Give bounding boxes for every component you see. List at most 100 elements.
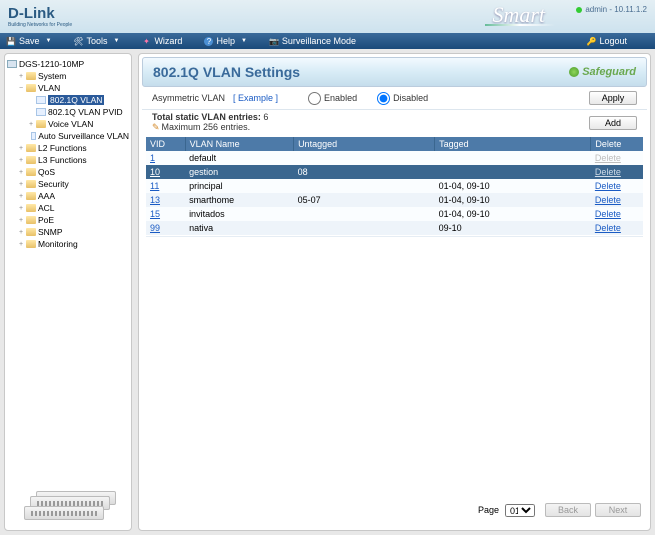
tree-vlan-pvid-label: 802.1Q VLAN PVID [48, 107, 123, 117]
tree-vlan-voice[interactable]: + Voice VLAN [7, 118, 129, 130]
vid-link[interactable]: 10 [150, 167, 160, 177]
table-row[interactable]: 13smarthome05-0701-04, 09-10Delete [146, 193, 643, 207]
radio-enabled[interactable]: Enabled [308, 92, 357, 105]
safeguard-badge: Safeguard [569, 66, 636, 78]
radio-disabled-input[interactable] [377, 92, 390, 105]
menu-save[interactable]: 💾Save▼ [6, 36, 51, 46]
radio-enabled-label: Enabled [324, 93, 357, 103]
menu-logout[interactable]: 🔑Logout [586, 36, 627, 46]
device-image [18, 456, 118, 526]
delete-link[interactable]: Delete [595, 181, 621, 191]
tree-monitoring[interactable]: +Monitoring [7, 238, 129, 250]
expand-icon[interactable]: + [17, 229, 25, 236]
folder-icon [26, 144, 36, 152]
tree-snmp[interactable]: +SNMP [7, 226, 129, 238]
content-panel: 802.1Q VLAN Settings Safeguard Asymmetri… [138, 53, 651, 531]
expand-icon[interactable]: + [17, 205, 25, 212]
expand-icon[interactable]: + [17, 157, 25, 164]
next-button[interactable]: Next [595, 503, 641, 517]
menu-logout-label: Logout [599, 36, 627, 46]
folder-icon [26, 204, 36, 212]
tree-device-label: DGS-1210-10MP [19, 59, 84, 69]
collapse-icon[interactable]: − [17, 85, 25, 92]
total-label: Total static VLAN entries: [152, 112, 261, 122]
vid-link[interactable]: 15 [150, 209, 160, 219]
cell-tagged: 09-10 [435, 221, 591, 235]
back-button[interactable]: Back [545, 503, 591, 517]
tree-acl[interactable]: +ACL [7, 202, 129, 214]
apply-button[interactable]: Apply [589, 91, 637, 105]
cell-tagged: 01-04, 09-10 [435, 179, 591, 193]
tree-vlan[interactable]: −VLAN [7, 82, 129, 94]
vid-link[interactable]: 99 [150, 223, 160, 233]
tree-l2-label: L2 Functions [38, 143, 87, 153]
caret-icon: ▼ [241, 38, 247, 44]
tree-device[interactable]: DGS-1210-10MP [7, 58, 129, 70]
folder-icon [26, 216, 36, 224]
expand-icon[interactable]: + [17, 193, 25, 200]
tree-vlan-voice-label: Voice VLAN [48, 119, 93, 129]
tree-qos[interactable]: +QoS [7, 166, 129, 178]
expand-icon[interactable]: + [17, 241, 25, 248]
menu-wizard-label: Wizard [154, 36, 182, 46]
expand-icon[interactable]: + [17, 169, 25, 176]
delete-link[interactable]: Delete [595, 209, 621, 219]
delete-link: Delete [595, 153, 621, 163]
tree-l2[interactable]: + L2 Functions [7, 142, 129, 154]
app-header: D-Link Building Networks for People Smar… [0, 0, 655, 33]
tree-aaa[interactable]: +AAA [7, 190, 129, 202]
add-button[interactable]: Add [589, 116, 637, 130]
cell-delete: Delete [591, 165, 643, 179]
col-delete: Delete [591, 137, 643, 151]
tree-l3[interactable]: +L3 Functions [7, 154, 129, 166]
tree-security[interactable]: +Security [7, 178, 129, 190]
menu-wizard[interactable]: ✦Wizard [141, 36, 182, 46]
menu-tools-label: Tools [86, 36, 107, 46]
table-head: VID VLAN Name Untagged Tagged Delete [146, 137, 643, 151]
cell-tagged: 01-04, 09-10 [435, 207, 591, 221]
example-link[interactable]: [ Example ] [233, 93, 278, 103]
switch-icon [24, 506, 104, 520]
cell-tagged: 01-04, 09-10 [435, 193, 591, 207]
table-row[interactable]: 1defaultDelete [146, 151, 643, 165]
cell-vid: 15 [146, 207, 185, 221]
tree-poe[interactable]: +PoE [7, 214, 129, 226]
wizard-icon: ✦ [141, 36, 151, 46]
vid-link[interactable]: 11 [150, 181, 159, 191]
radio-enabled-input[interactable] [308, 92, 321, 105]
brand-name: D-Link [8, 5, 72, 22]
tree-vlan-pvid[interactable]: 802.1Q VLAN PVID [7, 106, 129, 118]
nav-tree: DGS-1210-10MP +System −VLAN 802.1Q VLAN … [7, 58, 129, 456]
vid-link[interactable]: 13 [150, 195, 160, 205]
table-row[interactable]: 99nativa09-10Delete [146, 221, 643, 235]
menu-save-label: Save [19, 36, 40, 46]
cell-name: smarthome [185, 193, 294, 207]
table-row[interactable]: 15invitados01-04, 09-10Delete [146, 207, 643, 221]
caret-icon: ▼ [46, 38, 52, 44]
menu-surveillance[interactable]: 📷Surveillance Mode [269, 36, 356, 46]
menu-help[interactable]: ?Help▼ [204, 36, 246, 46]
tree-system[interactable]: +System [7, 70, 129, 82]
delete-link[interactable]: Delete [595, 195, 621, 205]
cell-delete: Delete [591, 151, 643, 165]
radio-disabled[interactable]: Disabled [377, 92, 428, 105]
folder-icon [26, 240, 36, 248]
asym-label: Asymmetric VLAN [152, 93, 225, 103]
expand-icon[interactable]: + [27, 121, 35, 128]
expand-icon[interactable]: + [17, 181, 25, 188]
table-row[interactable]: 11principal01-04, 09-10Delete [146, 179, 643, 193]
delete-link[interactable]: Delete [595, 223, 621, 233]
menu-tools[interactable]: 🛠Tools▼ [73, 36, 119, 46]
tree-vlan-q-label: 802.1Q VLAN [48, 95, 104, 105]
asymmetric-vlan-row: Asymmetric VLAN [ Example ] Enabled Disa… [142, 87, 647, 110]
tree-vlan-auto[interactable]: Auto Surveillance VLAN [7, 130, 129, 142]
max-note: Maximum 256 entries. [162, 122, 251, 132]
expand-icon[interactable]: + [17, 145, 25, 152]
page-select[interactable]: 01 [505, 504, 535, 517]
expand-icon[interactable]: + [17, 217, 25, 224]
table-row[interactable]: 10gestion08Delete [146, 165, 643, 179]
vid-link[interactable]: 1 [150, 153, 155, 163]
panel-title: 802.1Q VLAN Settings [153, 64, 300, 80]
tree-vlan-q[interactable]: 802.1Q VLAN [7, 94, 129, 106]
expand-icon[interactable]: + [17, 73, 25, 80]
